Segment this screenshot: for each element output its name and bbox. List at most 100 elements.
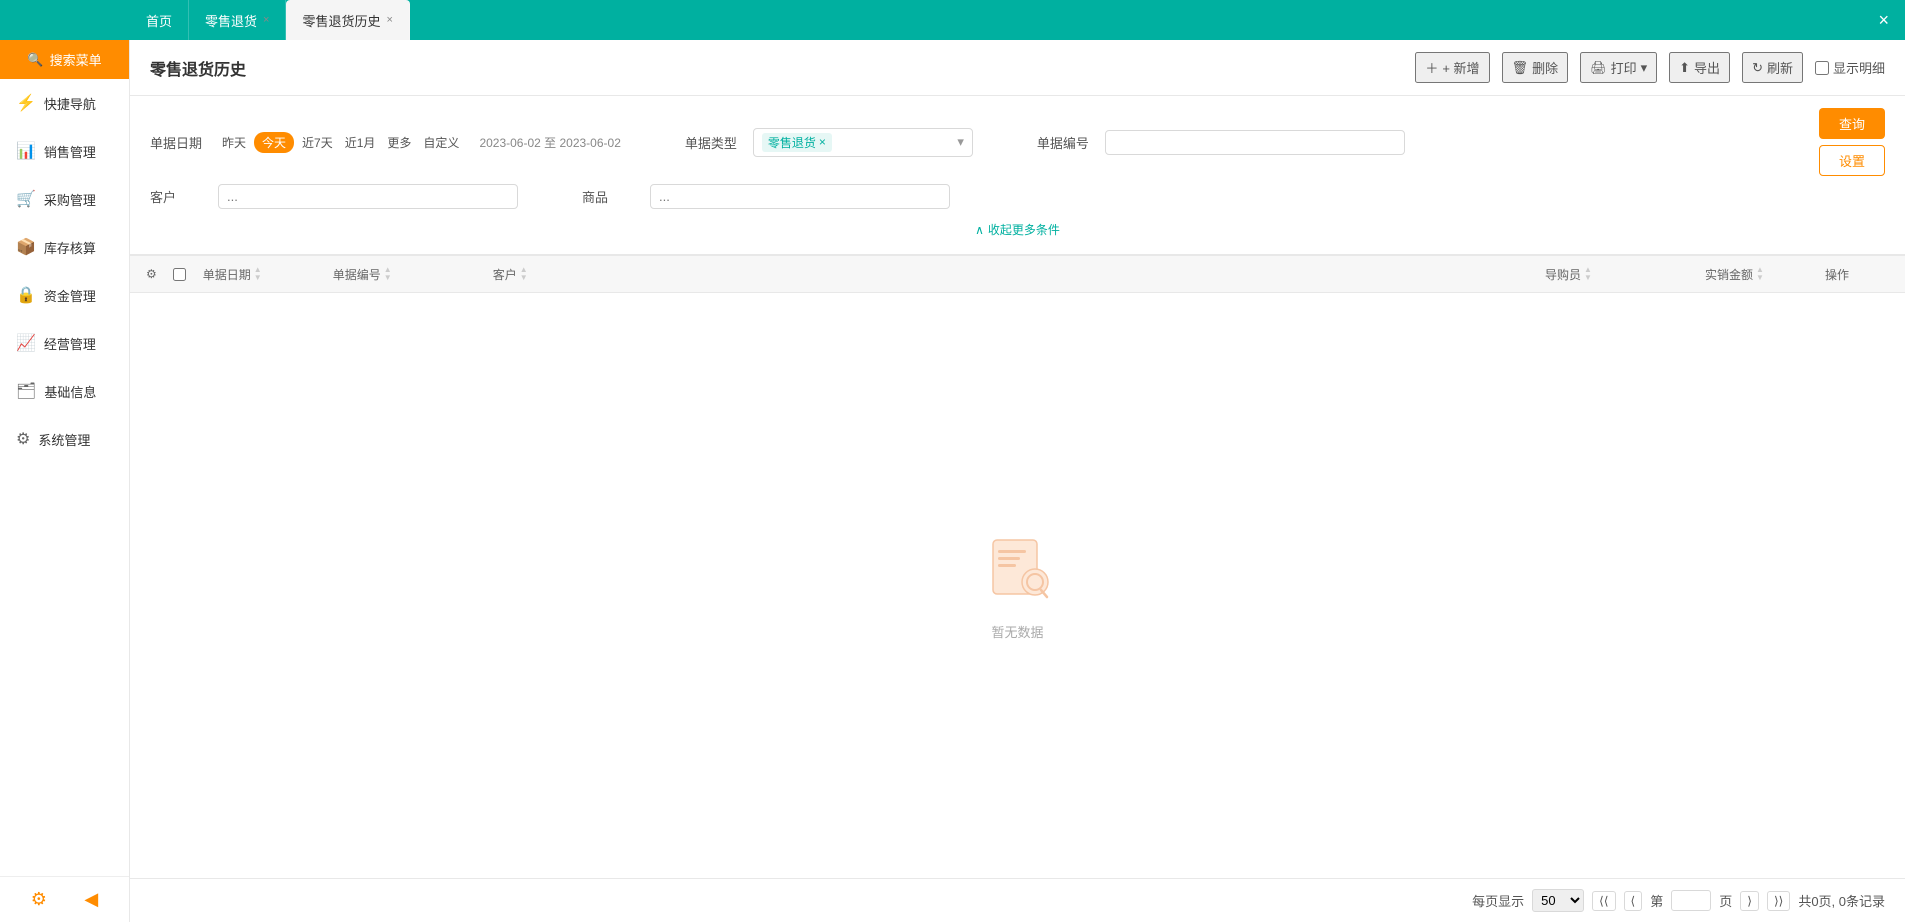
empty-text: 暂无数据 <box>991 622 1043 641</box>
tab-home[interactable]: 首页 <box>130 0 189 40</box>
sidebar-item-purchase[interactable]: 🛒 采购管理 <box>0 175 129 223</box>
filter-row-1: 单据日期 昨天 今天 近7天 近1月 更多 自定义 2023-06-02 至 2… <box>150 108 1885 176</box>
quick-nav-icon: ⚡ <box>16 93 36 113</box>
page-label: 第 <box>1650 891 1663 910</box>
search-icon: 🔍 <box>27 52 43 68</box>
sidebar-item-sales[interactable]: 📊 销售管理 <box>0 127 129 175</box>
sidebar-item-operations[interactable]: 📈 经营管理 <box>0 319 129 367</box>
col-header-guide[interactable]: 导购员 ▲▼ <box>1537 258 1697 291</box>
sort-guide-icon: ▲▼ <box>1584 266 1592 282</box>
sidebar-item-inventory[interactable]: 📦 库存核算 <box>0 223 129 271</box>
date-btn-7days[interactable]: 近7天 <box>298 132 337 153</box>
settings-footer-button[interactable]: ⚙ <box>31 889 47 910</box>
date-range: 2023-06-02 至 2023-06-02 <box>479 134 620 151</box>
refresh-icon: ↻ <box>1752 60 1763 76</box>
sales-icon: 📊 <box>16 141 36 161</box>
sidebar-item-quick-nav[interactable]: ⚡ 快捷导航 <box>0 79 129 127</box>
date-filter-group: 单据日期 昨天 今天 近7天 近1月 更多 自定义 2023-06-02 至 2… <box>150 132 621 153</box>
search-menu-button[interactable]: 🔍 搜索菜单 <box>0 40 129 79</box>
column-settings-button[interactable]: ⚙ <box>138 259 165 289</box>
collapse-bar[interactable]: ∧ 收起更多条件 <box>150 217 1885 242</box>
type-tag-remove[interactable]: × <box>819 135 826 149</box>
finance-icon: 🔒 <box>16 285 36 305</box>
empty-illustration <box>978 530 1058 610</box>
show-detail-checkbox[interactable] <box>1815 61 1829 75</box>
print-icon: 🖨 <box>1590 60 1607 76</box>
date-btn-1month[interactable]: 近1月 <box>341 132 380 153</box>
customer-label: 客户 <box>150 187 210 206</box>
new-button[interactable]: ＋ + 新增 <box>1415 52 1489 83</box>
top-bar: 首页 零售退货 × 零售退货历史 × × <box>0 0 1905 40</box>
select-all-checkbox[interactable] <box>165 260 195 289</box>
date-label: 单据日期 <box>150 133 210 152</box>
last-page-button[interactable]: ⟩⟩ <box>1767 891 1790 911</box>
date-btn-yesterday[interactable]: 昨天 <box>218 132 250 153</box>
date-buttons: 昨天 今天 近7天 近1月 更多 自定义 <box>218 132 463 153</box>
filter-settings-button[interactable]: 设置 <box>1819 145 1885 176</box>
show-detail-label[interactable]: 显示明细 <box>1815 58 1885 77</box>
page-input[interactable]: 1 <box>1671 890 1711 911</box>
sidebar-item-finance[interactable]: 🔒 资金管理 <box>0 271 129 319</box>
table-area: ⚙ 单据日期 ▲▼ 单据编号 ▲▼ 客户 ▲▼ 导购员 <box>130 255 1905 878</box>
total-info: 共0页, 0条记录 <box>1798 891 1885 910</box>
table-header: ⚙ 单据日期 ▲▼ 单据编号 ▲▼ 客户 ▲▼ 导购员 <box>130 255 1905 293</box>
type-tag: 零售退货 × <box>762 133 832 152</box>
per-page-select[interactable]: 50 20 100 <box>1532 889 1584 912</box>
filter-row-2: 客户 商品 <box>150 184 1885 209</box>
pagination: 每页显示 50 20 100 ⟨⟨ ⟨ 第 1 页 ⟩ ⟩⟩ 共0页, 0条记录 <box>130 878 1905 922</box>
basic-info-icon: 🗂 <box>16 381 36 401</box>
sidebar-footer: ⚙ ◀ <box>0 876 129 922</box>
type-select-arrow-icon: ▾ <box>957 134 964 150</box>
sidebar-item-basic-info[interactable]: 🗂 基础信息 <box>0 367 129 415</box>
filter-area: 单据日期 昨天 今天 近7天 近1月 更多 自定义 2023-06-02 至 2… <box>130 96 1905 255</box>
first-page-button[interactable]: ⟨⟨ <box>1592 891 1615 911</box>
close-window-button[interactable]: × <box>1878 10 1889 31</box>
collapse-icon: ∧ <box>975 223 984 237</box>
tab-retail-return[interactable]: 零售退货 × <box>189 0 286 40</box>
query-button[interactable]: 查询 <box>1819 108 1885 139</box>
customer-input[interactable] <box>218 184 518 209</box>
sort-amount-icon: ▲▼ <box>1756 266 1764 282</box>
content-area: 零售退货历史 ＋ + 新增 🗑 删除 🖨 打印 ▾ ⬆ 导出 <box>130 40 1905 922</box>
col-header-number[interactable]: 单据编号 ▲▼ <box>325 258 485 291</box>
print-arrow-icon: ▾ <box>1641 60 1648 76</box>
sidebar-item-system[interactable]: ⚙ 系统管理 <box>0 415 129 463</box>
date-btn-more[interactable]: 更多 <box>383 132 415 153</box>
empty-state: 暂无数据 <box>130 293 1905 878</box>
col-header-customer[interactable]: 客户 ▲▼ <box>485 258 1537 291</box>
operations-icon: 📈 <box>16 333 36 353</box>
refresh-button[interactable]: ↻ 刷新 <box>1742 52 1803 83</box>
col-header-amount[interactable]: 实销金额 ▲▼ <box>1697 258 1817 291</box>
close-tab-history[interactable]: × <box>386 14 392 26</box>
close-tab-retail-return[interactable]: × <box>263 14 269 26</box>
sort-number-icon: ▲▼ <box>384 266 392 282</box>
export-icon: ⬆ <box>1679 60 1690 76</box>
system-icon: ⚙ <box>16 429 30 449</box>
goods-input[interactable] <box>650 184 950 209</box>
inventory-icon: 📦 <box>16 237 36 257</box>
goods-label: 商品 <box>582 187 642 206</box>
tab-retail-return-history[interactable]: 零售退货历史 × <box>286 0 409 40</box>
date-btn-today[interactable]: 今天 <box>254 132 294 153</box>
next-page-button[interactable]: ⟩ <box>1740 891 1759 911</box>
goods-filter-group: 商品 <box>582 184 950 209</box>
prev-page-button[interactable]: ⟨ <box>1624 891 1643 911</box>
number-filter-group: 单据编号 <box>1037 130 1783 155</box>
date-btn-custom[interactable]: 自定义 <box>419 132 463 153</box>
col-header-date[interactable]: 单据日期 ▲▼ <box>195 258 325 291</box>
per-page-label: 每页显示 <box>1472 891 1524 910</box>
number-input[interactable] <box>1105 130 1405 155</box>
print-button[interactable]: 🖨 打印 ▾ <box>1580 52 1657 83</box>
toolbar: ＋ + 新增 🗑 删除 🖨 打印 ▾ ⬆ 导出 ↻ <box>1415 52 1885 83</box>
number-label: 单据编号 <box>1037 133 1097 152</box>
collapse-sidebar-button[interactable]: ◀ <box>84 889 98 910</box>
type-label: 单据类型 <box>685 133 745 152</box>
page-title: 零售退货历史 <box>150 56 246 80</box>
delete-icon: 🗑 <box>1512 60 1529 76</box>
type-select[interactable]: 零售退货 × ▾ <box>753 128 973 157</box>
new-icon: ＋ <box>1425 58 1438 77</box>
sort-date-icon: ▲▼ <box>254 266 262 282</box>
sort-customer-icon: ▲▼ <box>520 266 528 282</box>
export-button[interactable]: ⬆ 导出 <box>1669 52 1730 83</box>
delete-button[interactable]: 🗑 删除 <box>1502 52 1569 83</box>
